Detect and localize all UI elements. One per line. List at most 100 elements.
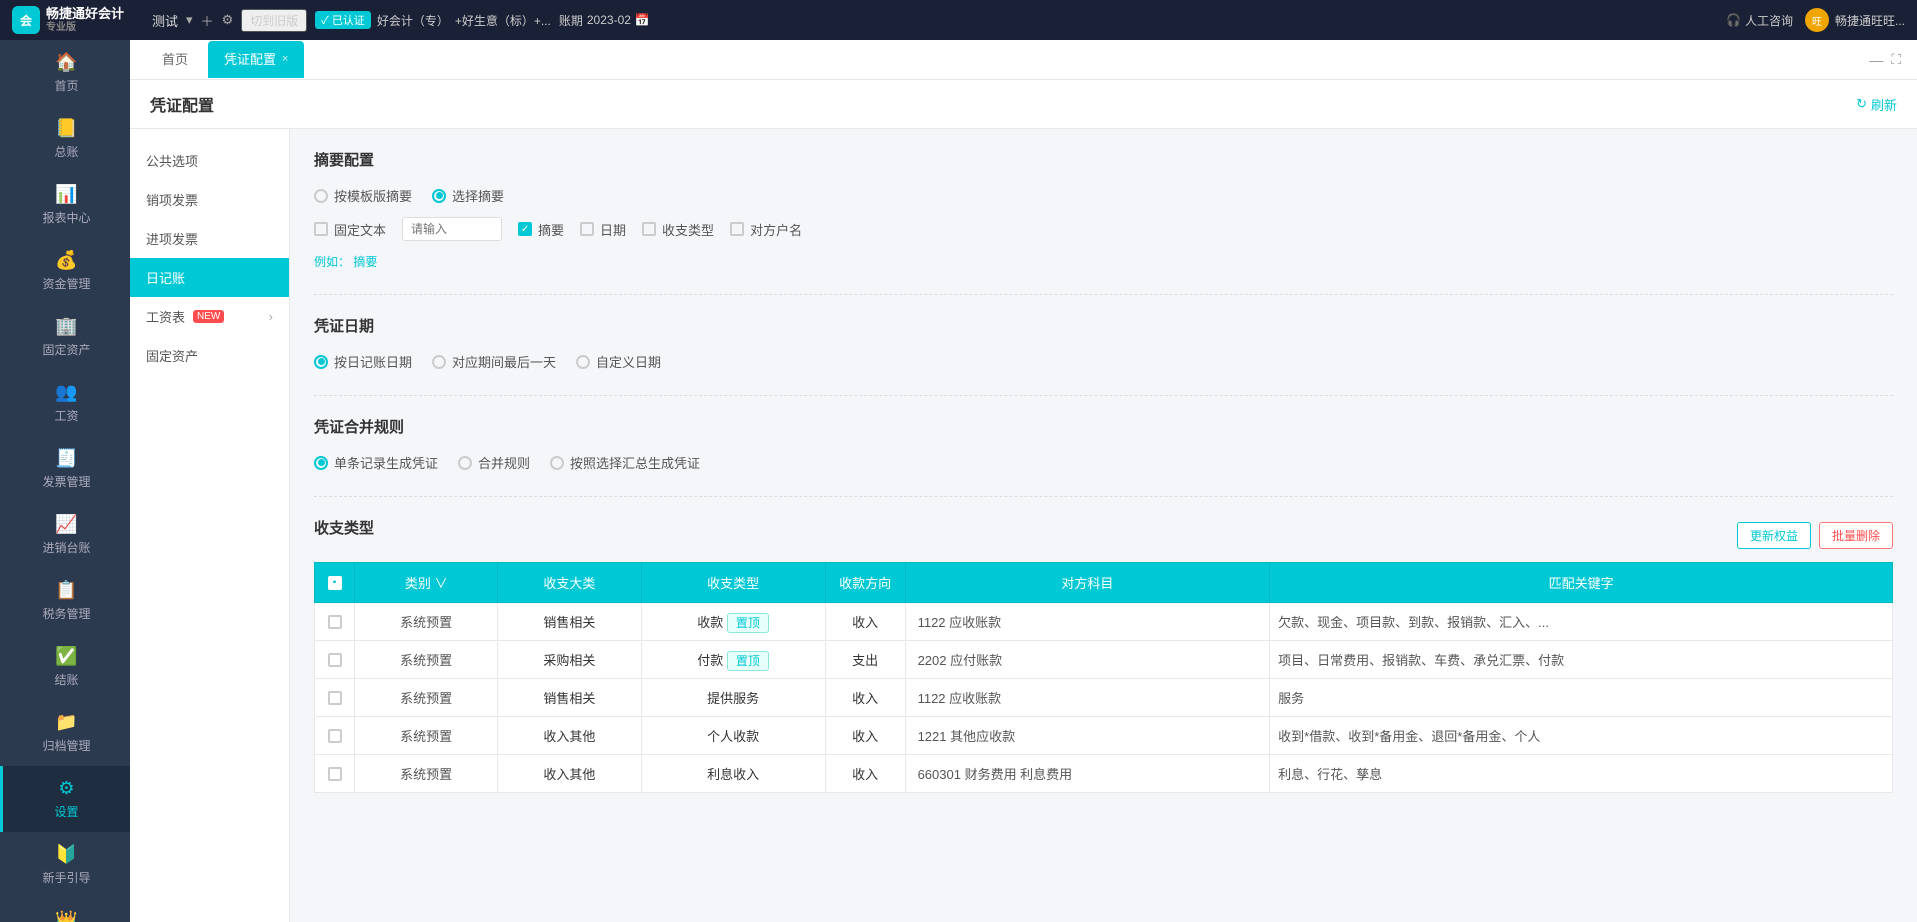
voucher-merge-section: 凭证合并规则 单条记录生成凭证 合并规则 按照选择汇总生成凭证 — [314, 416, 1893, 472]
td-checkbox[interactable] — [315, 603, 355, 641]
row-checkbox[interactable] — [328, 767, 342, 781]
radio-custom-circle — [576, 355, 590, 369]
td-account: 1122 应收账款 — [905, 603, 1270, 641]
switch-version-button[interactable]: 切到旧版 — [241, 9, 307, 32]
sidebar-item-salary[interactable]: 👥 工资 — [0, 370, 130, 436]
tab-home[interactable]: 首页 — [146, 41, 204, 78]
row-checkbox[interactable] — [328, 615, 342, 629]
top-bar-content: 测试 ▾ ＋ ⚙ 切到旧版 ✓ 已认证 好会计（专） +好生意（标）+... 账… — [152, 9, 1716, 32]
invoice-icon: 🧾 — [55, 448, 77, 469]
tax-icon: 📋 — [55, 580, 77, 601]
sidebar-item-guide[interactable]: 🔰 新手引导 — [0, 832, 130, 898]
left-nav-sales-invoice[interactable]: 销项发票 — [130, 180, 289, 219]
sidebar-item-settings[interactable]: ⚙ 设置 — [0, 766, 130, 832]
period-area: 账期 2023-02 📅 — [559, 12, 650, 29]
sidebar-item-sales[interactable]: 📈 进销台账 — [0, 502, 130, 568]
checkbox-row: 固定文本 ✓ 摘要 日期 收支类型 — [314, 217, 1893, 241]
update-button[interactable]: 更新权益 — [1737, 522, 1811, 549]
td-checkbox[interactable] — [315, 755, 355, 793]
td-category: 系统预置 — [355, 679, 498, 717]
table-row: 系统预置 收入其他 利息收入 收入 660301 财务费用 利息费用 利息、行花… — [315, 755, 1893, 793]
table-buttons: 更新权益 批量删除 — [1737, 522, 1893, 549]
checkbox-counterpart[interactable]: 对方户名 — [730, 220, 802, 239]
reset-tag[interactable]: 置顶 — [727, 613, 769, 633]
td-category: 系统预置 — [355, 603, 498, 641]
user-menu[interactable]: 旺 畅捷通旺旺... — [1805, 8, 1905, 32]
gear-icon[interactable]: ⚙ — [222, 12, 234, 28]
td-direction: 收入 — [825, 755, 905, 793]
sidebar-item-archive[interactable]: 📁 归档管理 — [0, 700, 130, 766]
radio-diary-checked — [314, 355, 328, 369]
checkbox-box — [314, 222, 328, 236]
radio-single-record[interactable]: 单条记录生成凭证 — [314, 453, 438, 472]
main-layout: 🏠 首页 📒 总账 📊 报表中心 💰 资金管理 🏢 固定资产 👥 工资 🧾 发票… — [0, 40, 1917, 922]
certified-badge: ✓ 已认证 — [315, 11, 371, 29]
radio-summary-generate[interactable]: 按照选择汇总生成凭证 — [550, 453, 700, 472]
sidebar-item-reports[interactable]: 📊 报表中心 — [0, 172, 130, 238]
table-row: 系统预置 收入其他 个人收款 收入 1221 其他应收款 收到*借款、收到*备用… — [315, 717, 1893, 755]
checkbox-box-date — [580, 222, 594, 236]
sidebar-item-ledger[interactable]: 📒 总账 — [0, 106, 130, 172]
checkbox-date[interactable]: 日期 — [580, 220, 626, 239]
top-bar-right: 🎧 人工咨询 旺 畅捷通旺旺... — [1726, 8, 1905, 32]
radio-merge-rule[interactable]: 合并规则 — [458, 453, 530, 472]
sidebar-item-label: 税务管理 — [42, 605, 90, 622]
funds-icon: 💰 — [55, 250, 77, 271]
left-nav-public[interactable]: 公共选项 — [130, 141, 289, 180]
logo-icon: 会 — [12, 6, 40, 34]
batch-delete-button[interactable]: 批量删除 — [1819, 522, 1893, 549]
sidebar-item-tax[interactable]: 📋 税务管理 — [0, 568, 130, 634]
left-nav-fixed-assets[interactable]: 固定资产 — [130, 336, 289, 375]
left-nav-purchase-invoice[interactable]: 进项发票 — [130, 219, 289, 258]
td-checkbox[interactable] — [315, 641, 355, 679]
radio-custom-date[interactable]: 自定义日期 — [576, 352, 661, 371]
td-keywords: 项目、日常费用、报销款、车费、承兑汇票、付款 — [1270, 641, 1893, 679]
td-main-type: 收入其他 — [498, 755, 641, 793]
logo-text: 畅捷通好会计 专业版 — [46, 6, 124, 34]
fixed-text-input[interactable] — [402, 217, 502, 241]
checkbox-payment-type[interactable]: 收支类型 — [642, 220, 714, 239]
left-nav-payroll[interactable]: 工资表 NEW › — [130, 297, 289, 336]
radio-summary-circle — [550, 456, 564, 470]
sidebar-item-close[interactable]: ✅ 结账 — [0, 634, 130, 700]
calendar-icon[interactable]: 📅 — [635, 13, 650, 27]
sidebar-item-invoice[interactable]: 🧾 发票管理 — [0, 436, 130, 502]
consult-button[interactable]: 🎧 人工咨询 — [1726, 12, 1793, 29]
sidebar-item-member[interactable]: 👑 畅会员 — [0, 898, 130, 922]
dropdown-arrow-icon[interactable]: ▾ — [186, 12, 193, 28]
expand-icon[interactable]: ⛶ — [1891, 51, 1901, 68]
row-checkbox[interactable] — [328, 691, 342, 705]
table-row: 系统预置 采购相关 付款 置顶 支出 2202 应付账款 项目、日常费用、报销款… — [315, 641, 1893, 679]
td-checkbox[interactable] — [315, 679, 355, 717]
minimize-icon[interactable]: — — [1869, 52, 1883, 68]
radio-single-checked — [314, 456, 328, 470]
app-logo: 会 畅捷通好会计 专业版 — [12, 6, 142, 34]
checkbox-box-checked: ✓ — [518, 222, 532, 236]
th-checkbox[interactable]: ▪ — [315, 563, 355, 603]
sidebar-item-home[interactable]: 🏠 首页 — [0, 40, 130, 106]
sidebar-item-funds[interactable]: 💰 资金管理 — [0, 238, 130, 304]
add-icon[interactable]: ＋ — [201, 11, 214, 30]
radio-period-last[interactable]: 对应期间最后一天 — [432, 352, 556, 371]
page-title: 凭证配置 — [150, 92, 214, 116]
voucher-merge-radio-group: 单条记录生成凭证 合并规则 按照选择汇总生成凭证 — [314, 453, 1893, 472]
row-checkbox[interactable] — [328, 653, 342, 667]
checkbox-fixed-text[interactable]: 固定文本 — [314, 220, 386, 239]
refresh-button[interactable]: ↻ 刷新 — [1856, 95, 1897, 114]
radio-diary-date[interactable]: 按日记账日期 — [314, 352, 412, 371]
td-main-type: 收入其他 — [498, 717, 641, 755]
sidebar-item-assets[interactable]: 🏢 固定资产 — [0, 304, 130, 370]
td-checkbox[interactable] — [315, 717, 355, 755]
radio-template-summary[interactable]: 按模板版摘要 — [314, 186, 412, 205]
row-checkbox[interactable] — [328, 729, 342, 743]
tab-close-icon[interactable]: × — [282, 53, 288, 65]
test-label: 测试 — [152, 11, 178, 30]
new-badge: NEW — [193, 310, 224, 323]
income-expense-title: 收支类型 — [314, 517, 374, 538]
tab-voucher-config[interactable]: 凭证配置 × — [208, 41, 304, 78]
th-checkbox-box[interactable]: ▪ — [328, 576, 342, 590]
radio-select-summary[interactable]: 选择摘要 — [432, 186, 504, 205]
checkbox-summary[interactable]: ✓ 摘要 — [518, 220, 564, 239]
reset-tag[interactable]: 置顶 — [727, 651, 769, 671]
left-nav-diary[interactable]: 日记账 — [130, 258, 289, 297]
